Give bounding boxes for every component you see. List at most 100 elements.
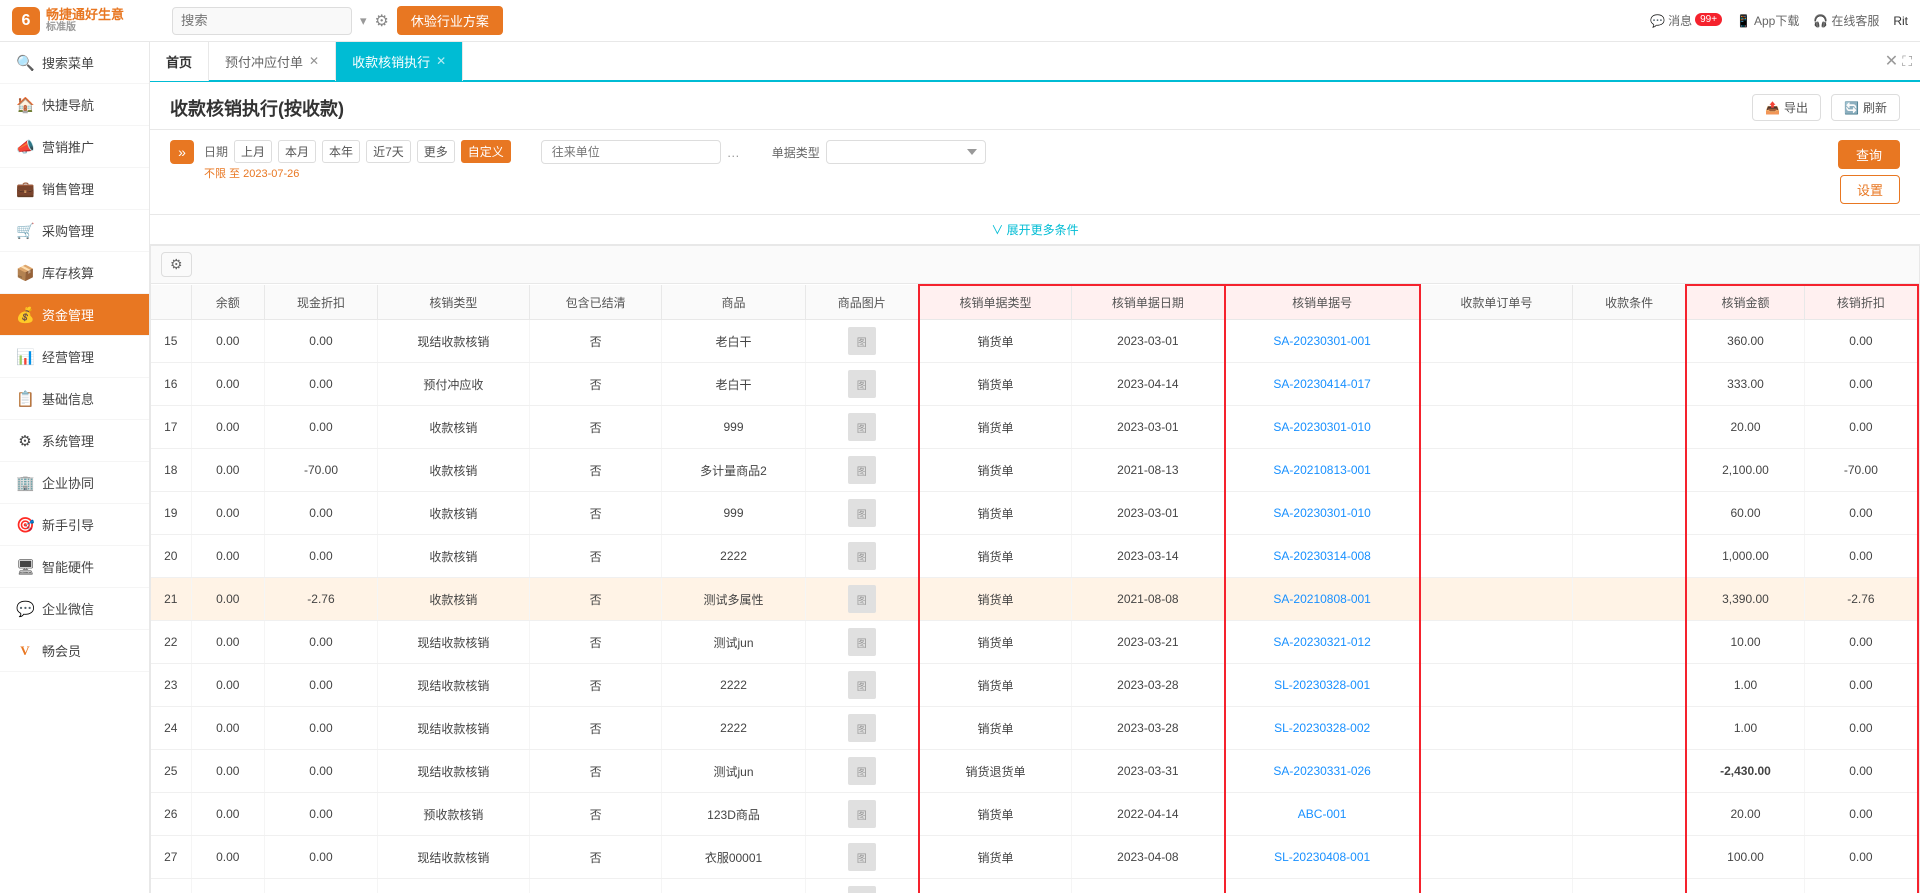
- bill-no-link[interactable]: SA-20230301-010: [1273, 506, 1370, 520]
- bill-no-link[interactable]: SA-20210808-001: [1273, 592, 1370, 606]
- system-icon: ⚙: [16, 432, 34, 450]
- table-scroll-wrap[interactable]: 余额 现金折扣 核销类型 包含已结清 商品 商品图片 核销单据类型 核销单据日期…: [151, 284, 1919, 893]
- user-label[interactable]: Rit: [1893, 14, 1908, 28]
- sidebar-item-smart-hw[interactable]: 🖥 智能硬件: [0, 546, 149, 588]
- bill-no-link[interactable]: SL-20230408-001: [1274, 850, 1370, 864]
- td-including-cleared: 否: [529, 750, 661, 793]
- content-area: 首页 预付冲应付单 ✕ 收款核销执行 ✕ ✕ ⛶ 收款核销执行(按收款): [150, 42, 1920, 893]
- td-receipt-order-no: [1420, 578, 1573, 621]
- td-cash-discount: 0.00: [265, 363, 378, 406]
- th-balance: 余额: [191, 285, 265, 320]
- td-cash-discount: 0.00: [265, 793, 378, 836]
- sidebar-item-marketing[interactable]: 📣 营销推广: [0, 126, 149, 168]
- td-verify-discount: 0.00: [1804, 836, 1918, 879]
- table-gear-btn[interactable]: ⚙: [161, 252, 192, 277]
- sidebar-item-enterprise[interactable]: 🏢 企业协同: [0, 462, 149, 504]
- settings-icon[interactable]: ⚙: [375, 11, 389, 31]
- bill-type-select[interactable]: [826, 140, 986, 164]
- custom-date-btn[interactable]: 自定义: [461, 140, 511, 163]
- messages-area[interactable]: 💬 消息 99+: [1650, 12, 1722, 29]
- last-month-btn[interactable]: 上月: [234, 140, 272, 163]
- td-bill-date: 2023-03-21: [1072, 621, 1225, 664]
- this-year-btn[interactable]: 本年: [322, 140, 360, 163]
- sidebar-item-wechat[interactable]: 💬 企业微信: [0, 588, 149, 630]
- last-7days-btn[interactable]: 近7天: [366, 140, 411, 163]
- setting-button[interactable]: 设置: [1840, 175, 1900, 204]
- sidebar-item-purchase[interactable]: 🛒 采购管理: [0, 210, 149, 252]
- expand-more-btn[interactable]: ∨ 展开更多条件: [991, 221, 1078, 238]
- sidebar-item-search[interactable]: 🔍 搜索菜单: [0, 42, 149, 84]
- td-bill-date: 2022-04-14: [1072, 793, 1225, 836]
- bill-no-link[interactable]: SA-20230414-017: [1273, 377, 1370, 391]
- td-goods-image: 图: [805, 793, 919, 836]
- main-layout: 🔍 搜索菜单 🏠 快捷导航 📣 营销推广 💼 销售管理 🛒 采购管理 📦 库存核…: [0, 42, 1920, 893]
- bill-no-link[interactable]: SA-20230301-001: [1273, 334, 1370, 348]
- tab-maximize-icon[interactable]: ⛶: [1902, 53, 1912, 70]
- app-download-area[interactable]: 📱 App下载: [1736, 12, 1799, 29]
- sidebar-label-member: 畅会员: [42, 641, 81, 660]
- query-button[interactable]: 查询: [1838, 140, 1900, 169]
- tab-close-all-icon[interactable]: ✕: [1885, 51, 1898, 71]
- bill-no-link[interactable]: SL-20230328-001: [1274, 678, 1370, 692]
- bill-no-link[interactable]: SA-20230331-026: [1273, 764, 1370, 778]
- sidebar-item-system[interactable]: ⚙ 系统管理: [0, 420, 149, 462]
- sidebar-item-inventory[interactable]: 📦 库存核算: [0, 252, 149, 294]
- more-date-btn[interactable]: 更多: [417, 140, 455, 163]
- td-bill-no: SA-20210813-001: [1225, 449, 1420, 492]
- sidebar-item-operations[interactable]: 📊 经营管理: [0, 336, 149, 378]
- bill-no-link[interactable]: ABC-001: [1298, 807, 1347, 821]
- td-verify-type: 预收款核销: [377, 793, 529, 836]
- td-verify-discount: 0.00: [1804, 793, 1918, 836]
- tab-bar-actions: ✕ ⛶: [1885, 51, 1920, 71]
- customer-input[interactable]: [541, 140, 721, 164]
- bill-no-link[interactable]: SA-20230314-008: [1273, 549, 1370, 563]
- tab-verify-close-icon[interactable]: ✕: [436, 54, 446, 68]
- sidebar-item-basic-info[interactable]: 📋 基础信息: [0, 378, 149, 420]
- td-balance: 0.00: [191, 320, 265, 363]
- tab-home[interactable]: 首页: [150, 42, 209, 81]
- tab-prepay-close-icon[interactable]: ✕: [309, 54, 319, 68]
- bill-no-link[interactable]: SA-20230301-010: [1273, 420, 1370, 434]
- filter-expand-button[interactable]: »: [170, 140, 194, 164]
- refresh-button[interactable]: 🔄 刷新: [1831, 94, 1900, 121]
- sidebar: 🔍 搜索菜单 🏠 快捷导航 📣 营销推广 💼 销售管理 🛒 采购管理 📦 库存核…: [0, 42, 150, 893]
- basic-info-icon: 📋: [16, 390, 34, 408]
- td-including-cleared: 否: [529, 492, 661, 535]
- export-button[interactable]: 📤 导出: [1752, 94, 1821, 121]
- td-receipt-condition: [1573, 879, 1687, 893]
- td-verify-type: 现结收款核销: [377, 707, 529, 750]
- service-icon: 🎧: [1813, 14, 1828, 28]
- tab-verify-label: 收款核销执行: [352, 52, 430, 71]
- app-download-label: App下载: [1754, 12, 1799, 29]
- td-cash-discount: -70.00: [265, 449, 378, 492]
- tab-prepay[interactable]: 预付冲应付单 ✕: [209, 42, 336, 81]
- td-idx: 21: [151, 578, 191, 621]
- td-bill-no: SA-20230301-010: [1225, 406, 1420, 449]
- td-balance: 0.00: [191, 621, 265, 664]
- online-service-area[interactable]: 🎧 在线客服: [1813, 12, 1879, 29]
- sidebar-item-fund[interactable]: 💰 资金管理: [0, 294, 149, 336]
- sidebar-item-quick-nav[interactable]: 🏠 快捷导航: [0, 84, 149, 126]
- td-verify-discount: 0.00: [1804, 750, 1918, 793]
- header-search-input[interactable]: [172, 7, 352, 35]
- td-goods: 测试多属性: [662, 578, 805, 621]
- industry-btn[interactable]: 休验行业方案: [397, 6, 503, 35]
- bill-no-link[interactable]: SA-20210813-001: [1273, 463, 1370, 477]
- sidebar-item-guide[interactable]: 🎯 新手引导: [0, 504, 149, 546]
- td-verify-amount: -2,430.00: [1686, 750, 1804, 793]
- td-bill-no: SA-20230331-026: [1225, 750, 1420, 793]
- bill-no-link[interactable]: SL-20230328-002: [1274, 721, 1370, 735]
- td-verify-type: 现结收款核销: [377, 750, 529, 793]
- sidebar-item-member[interactable]: V 畅会员: [0, 630, 149, 672]
- td-idx: 22: [151, 621, 191, 664]
- dropdown-arrow-icon[interactable]: ▾: [360, 13, 367, 29]
- filter-bar: » 日期 上月 本月 本年 近7天 更多 自定义 不限 至 2023-07-26: [150, 130, 1920, 215]
- tab-verify[interactable]: 收款核销执行 ✕: [336, 42, 463, 81]
- customer-filter-group: …: [541, 140, 742, 164]
- bill-no-link[interactable]: SA-20230321-012: [1273, 635, 1370, 649]
- sidebar-item-sales[interactable]: 💼 销售管理: [0, 168, 149, 210]
- logo-area: 6 畅捷通好生意 标准版: [12, 7, 162, 35]
- messages-badge: 99+: [1695, 13, 1722, 26]
- this-month-btn[interactable]: 本月: [278, 140, 316, 163]
- td-verify-amount: 2,100.00: [1686, 449, 1804, 492]
